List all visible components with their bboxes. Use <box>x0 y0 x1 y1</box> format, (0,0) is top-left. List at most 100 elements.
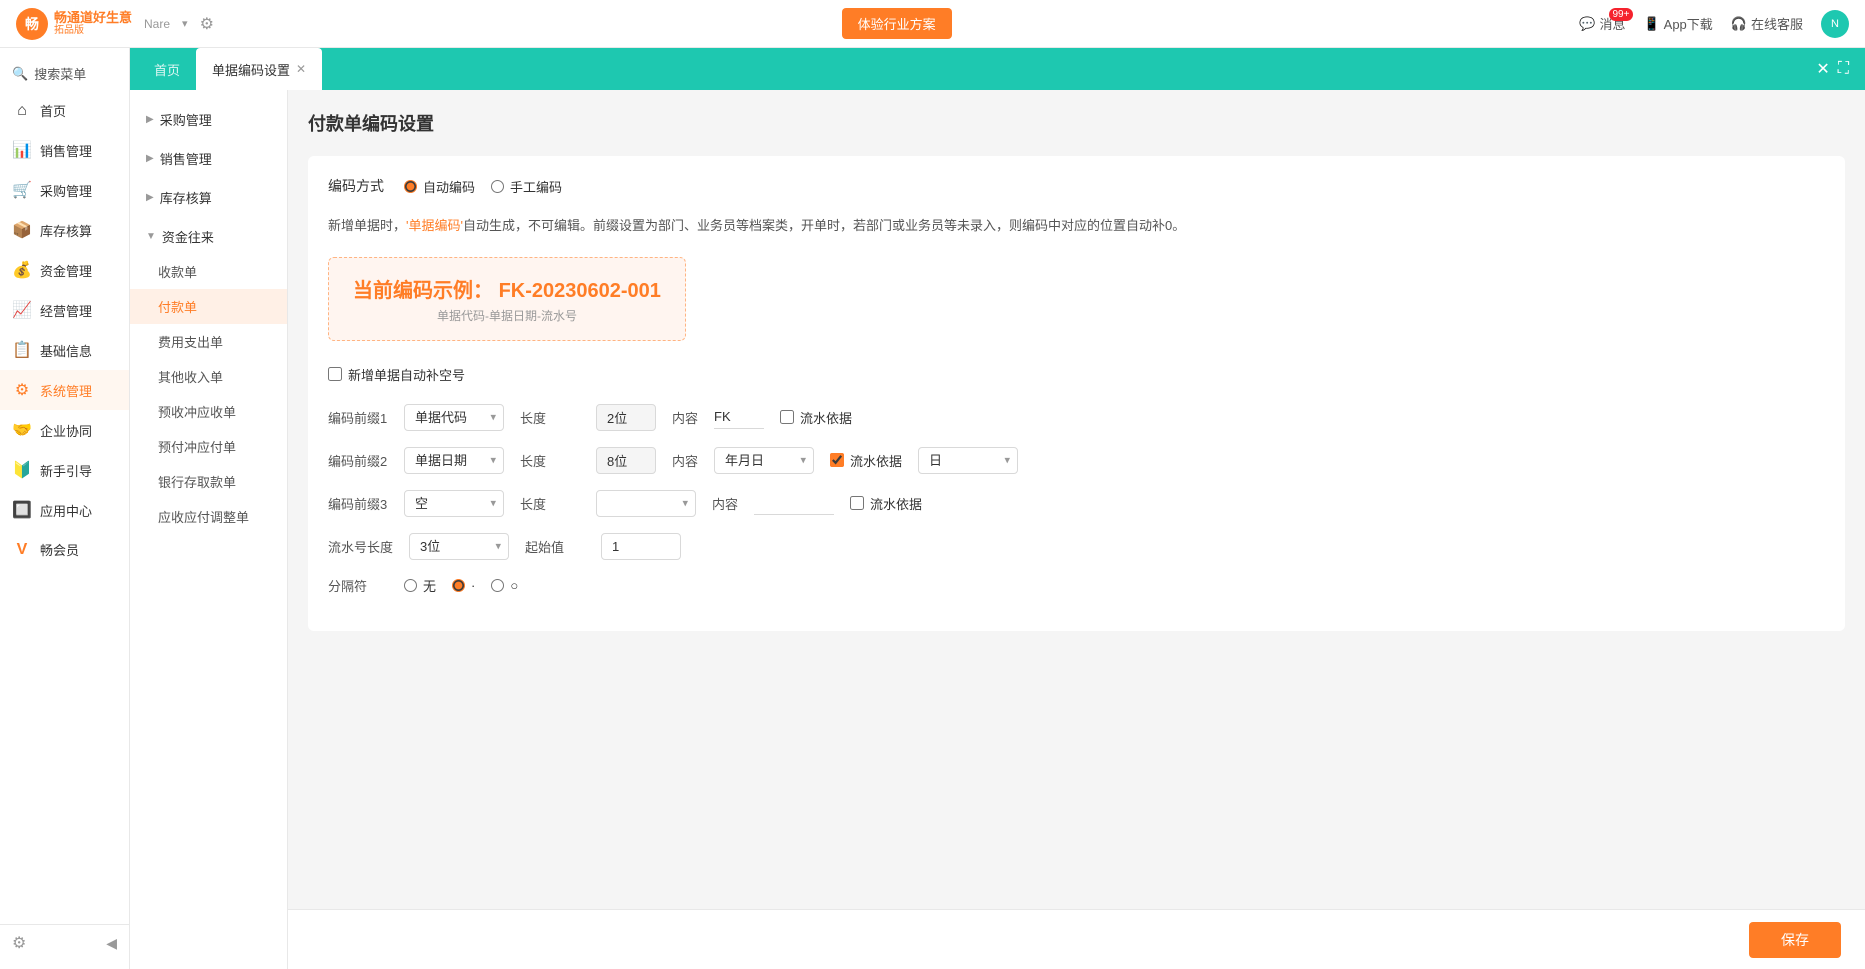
logo-title: 畅通道好生意 <box>54 10 132 26</box>
sub-sidebar-header-sales[interactable]: ▶ 销售管理 <box>130 141 287 176</box>
sidebar-item-finance[interactable]: 💰 资金管理 <box>0 250 129 290</box>
separator-dot-radio[interactable] <box>452 579 465 592</box>
watermark3-checkbox[interactable]: 流水依据 <box>850 494 922 513</box>
sidebar-item-system[interactable]: ⚙ 系统管理 <box>0 370 129 410</box>
capital-group-label: 资金往来 <box>162 227 214 246</box>
tab-home[interactable]: 首页 <box>138 48 196 90</box>
sub-sidebar-item-other-income[interactable]: 其他收入单 <box>130 359 287 394</box>
tab-close-window-btn[interactable]: ✕ <box>1816 59 1829 79</box>
watermark1-label: 流水依据 <box>800 408 852 427</box>
sidebar-item-home[interactable]: ⌂ 首页 <box>0 91 129 130</box>
start-value-input[interactable] <box>601 533 681 560</box>
watermark2-checkbox-input[interactable] <box>830 453 844 467</box>
purchase-group-label: 采购管理 <box>160 110 212 129</box>
separator-none-radio[interactable] <box>404 579 417 592</box>
manual-encode-option[interactable]: 手工编码 <box>491 177 562 196</box>
sidebar-settings-icon[interactable]: ⚙ <box>12 933 26 953</box>
sidebar-item-vip[interactable]: V 畅会员 <box>0 530 129 569</box>
main-layout: 🔍 搜索菜单 ⌂ 首页 📊 销售管理 🛒 采购管理 📦 库存核算 💰 资金管理 … <box>0 48 1865 969</box>
length3-select-wrap <box>596 490 696 517</box>
user-info[interactable]: N <box>1821 10 1849 38</box>
message-icon: 💬 <box>1579 16 1595 32</box>
save-button[interactable]: 保存 <box>1749 922 1841 958</box>
prefix3-select-wrap: 空 <box>404 490 504 517</box>
sub-sidebar-header-purchase[interactable]: ▶ 采购管理 <box>130 102 287 137</box>
separator-circle-radio[interactable] <box>491 579 504 592</box>
tab-code-settings[interactable]: 单据编码设置 ✕ <box>196 48 322 90</box>
sidebar-item-basic[interactable]: 📋 基础信息 <box>0 330 129 370</box>
separator-circle-option[interactable]: ○ <box>491 578 518 593</box>
info-text: 新增单据时，'单据编码'自动生成，不可编辑。前缀设置为部门、业务员等档案类，开单… <box>328 216 1825 237</box>
basic-icon: 📋 <box>12 340 32 360</box>
code-preview-sub: 单据代码-单据日期-流水号 <box>353 307 661 324</box>
sidebar-item-sales[interactable]: 📊 销售管理 <box>0 130 129 170</box>
auto-fill-checkbox-input[interactable] <box>328 367 342 381</box>
sidebar-item-partner[interactable]: 🤝 企业协同 <box>0 410 129 450</box>
sidebar-item-system-label: 系统管理 <box>40 381 92 400</box>
prefix1-select[interactable]: 单据代码 <box>404 404 504 431</box>
serial-length-select[interactable]: 3位 <box>409 533 509 560</box>
service-label: 在线客服 <box>1751 14 1803 33</box>
sidebar: 🔍 搜索菜单 ⌂ 首页 📊 销售管理 🛒 采购管理 📦 库存核算 💰 资金管理 … <box>0 48 130 969</box>
sub-sidebar-item-payment[interactable]: 付款单 <box>130 289 287 324</box>
sidebar-item-newguide[interactable]: 🔰 新手引导 <box>0 450 129 490</box>
encode-radio-group: 自动编码 手工编码 <box>404 177 562 196</box>
sidebar-item-purchase[interactable]: 🛒 采购管理 <box>0 170 129 210</box>
sub-sidebar-group-purchase: ▶ 采购管理 <box>130 102 287 137</box>
manual-encode-radio[interactable] <box>491 180 504 193</box>
content3-input[interactable] <box>754 491 834 515</box>
tab-close-icon[interactable]: ✕ <box>296 62 306 76</box>
trial-button[interactable]: 体验行业方案 <box>842 8 952 39</box>
auto-encode-option[interactable]: 自动编码 <box>404 177 475 196</box>
watermark2-checkbox[interactable]: 流水依据 <box>830 451 902 470</box>
sub-sidebar-item-bank[interactable]: 银行存取款单 <box>130 464 287 499</box>
vip-icon: V <box>12 541 32 559</box>
sidebar-item-operations[interactable]: 📈 经营管理 <box>0 290 129 330</box>
separator-row: 分隔符 无 · <box>328 576 1825 595</box>
auto-encode-label: 自动编码 <box>423 177 475 196</box>
partner-icon: 🤝 <box>12 420 32 440</box>
right-panel: 付款单编码设置 编码方式 自动编码 <box>288 90 1865 969</box>
watermark3-checkbox-input[interactable] <box>850 496 864 510</box>
service-button[interactable]: 🎧 在线客服 <box>1731 14 1803 33</box>
encode-method-label: 编码方式 <box>328 176 384 196</box>
tab-expand-btn[interactable]: ⛶ <box>1838 60 1849 78</box>
sidebar-item-inventory[interactable]: 📦 库存核算 <box>0 210 129 250</box>
sidebar-item-appcenter[interactable]: 🔲 应用中心 <box>0 490 129 530</box>
sub-layout: ▶ 采购管理 ▶ 销售管理 ▶ 库存核算 <box>130 90 1865 969</box>
sub-sidebar-header-inventory[interactable]: ▶ 库存核算 <box>130 180 287 215</box>
sub-sidebar-item-adjust[interactable]: 应收应付调整单 <box>130 499 287 534</box>
sub-sidebar-group-capital: ▼ 资金往来 收款单 付款单 费用支出单 其他收入单 预收冲应收单 预付冲应付单… <box>130 219 287 534</box>
watermark1-checkbox-input[interactable] <box>780 410 794 424</box>
separator-none-option[interactable]: 无 <box>404 576 436 595</box>
content1-input[interactable] <box>714 405 764 429</box>
sidebar-search[interactable]: 🔍 搜索菜单 <box>0 56 129 91</box>
appcenter-icon: 🔲 <box>12 500 32 520</box>
content2-select[interactable]: 年月日 <box>714 447 814 474</box>
sub-sidebar-item-receipt[interactable]: 收款单 <box>130 254 287 289</box>
watermark1-checkbox[interactable]: 流水依据 <box>780 408 852 427</box>
sub-sidebar-item-expense[interactable]: 费用支出单 <box>130 324 287 359</box>
auto-encode-radio[interactable] <box>404 180 417 193</box>
sidebar-item-basic-label: 基础信息 <box>40 341 92 360</box>
sub-sidebar-item-pre-payment[interactable]: 预付冲应付单 <box>130 429 287 464</box>
sidebar-item-appcenter-label: 应用中心 <box>40 501 92 520</box>
bottom-bar: 保存 <box>288 909 1865 969</box>
settings-icon[interactable]: ⚙ <box>200 14 214 34</box>
auto-fill-checkbox[interactable]: 新增单据自动补空号 <box>328 365 465 384</box>
sub-sidebar-header-capital[interactable]: ▼ 资金往来 <box>130 219 287 254</box>
app-download-button[interactable]: 📱 App下载 <box>1643 14 1712 33</box>
operations-icon: 📈 <box>12 300 32 320</box>
message-button[interactable]: 💬 消息 99+ <box>1579 14 1625 33</box>
sub-sidebar-item-pre-receipt[interactable]: 预收冲应收单 <box>130 394 287 429</box>
sidebar-collapse-icon[interactable]: ◀ <box>106 935 117 952</box>
prefix3-select[interactable]: 空 <box>404 490 504 517</box>
prefix2-select[interactable]: 单据日期 <box>404 447 504 474</box>
separator-dot-option[interactable]: · <box>452 578 475 593</box>
length3-select[interactable] <box>596 490 696 517</box>
message-badge: 99+ <box>1609 8 1634 21</box>
period-select[interactable]: 日 <box>918 447 1018 474</box>
inventory-group-label: 库存核算 <box>160 188 212 207</box>
content2-label: 内容 <box>672 451 698 470</box>
dropdown-icon[interactable]: ▾ <box>182 17 188 30</box>
